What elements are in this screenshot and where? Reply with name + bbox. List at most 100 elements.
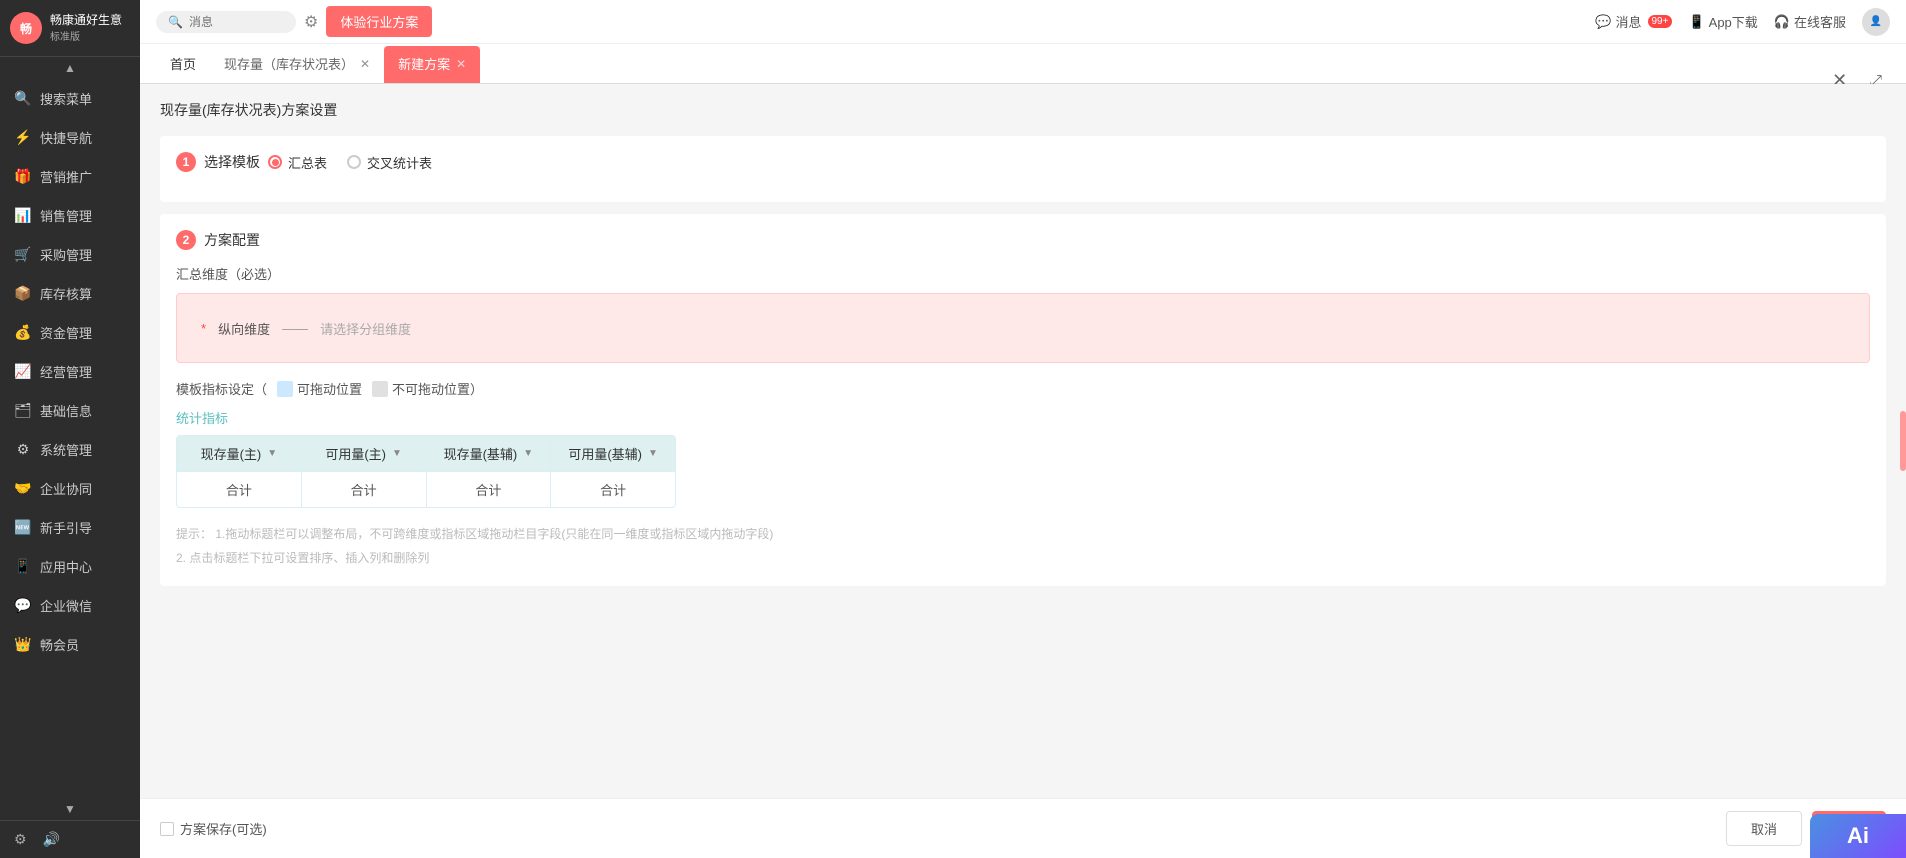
stat-section-title: 统计指标 bbox=[176, 408, 1870, 427]
sidebar-item-inventory[interactable]: 📦 库存核算 bbox=[0, 274, 140, 313]
wechat-icon: 💬 bbox=[14, 597, 32, 615]
phone-icon: 📱 bbox=[1688, 14, 1704, 30]
tab-inventory[interactable]: 现存量（库存状况表） ✕ bbox=[210, 46, 384, 83]
sidebar-item-label: 营销推广 bbox=[40, 167, 92, 186]
sidebar-nav: 🔍 搜索菜单 ⚡ 快捷导航 🎁 营销推广 📊 销售管理 🛒 采购管理 📦 库存核… bbox=[0, 79, 140, 798]
sidebar-item-wechat[interactable]: 💬 企业微信 bbox=[0, 586, 140, 625]
tab-close-active-icon[interactable]: ✕ bbox=[456, 57, 466, 71]
stat-header-label-1: 可用量(主) bbox=[325, 444, 386, 463]
stat-col-0: 现存量(主) ▼ 合计 bbox=[177, 436, 302, 507]
tab-home[interactable]: 首页 bbox=[156, 46, 210, 83]
messages-btn[interactable]: 💬 消息 99+ bbox=[1595, 12, 1672, 31]
sidebar-item-label: 销售管理 bbox=[40, 206, 92, 225]
sidebar-item-membership[interactable]: 👑 畅会员 bbox=[0, 625, 140, 664]
chevron-down-icon-0: ▼ bbox=[267, 448, 277, 459]
step1-title: 选择模板 bbox=[204, 152, 260, 172]
dim-dash: —— bbox=[282, 321, 308, 336]
save-checkbox[interactable] bbox=[160, 822, 174, 836]
message-icon: 💬 bbox=[1595, 14, 1611, 30]
sidebar-item-onboarding[interactable]: 🆕 新手引导 bbox=[0, 508, 140, 547]
gift-icon: 🎁 bbox=[14, 168, 32, 186]
stat-body-3: 合计 bbox=[551, 472, 675, 507]
save-check: 方案保存(可选) bbox=[160, 819, 267, 838]
sidebar-item-marketing[interactable]: 🎁 营销推广 bbox=[0, 157, 140, 196]
scroll-indicator bbox=[1900, 411, 1906, 471]
tip-line-0: 提示： 1.拖动标题栏可以调整布局，不可跨维度或指标区域拖动栏目字段(只能在同一… bbox=[176, 522, 1870, 546]
sidebar-item-purchase[interactable]: 🛒 采购管理 bbox=[0, 235, 140, 274]
search-box[interactable]: 🔍 bbox=[156, 11, 296, 33]
search-icon: 🔍 bbox=[168, 15, 183, 29]
radio-summary-inner bbox=[272, 159, 279, 166]
cancel-button[interactable]: 取消 bbox=[1726, 811, 1802, 846]
tip-line-1: 2. 点击标题栏下拉可设置排序、插入列和删除列 bbox=[176, 546, 1870, 570]
radio-summary[interactable]: 汇总表 bbox=[268, 153, 327, 172]
sidebar-item-label: 企业微信 bbox=[40, 596, 92, 615]
logo-icon: 畅 bbox=[10, 12, 42, 44]
sidebar-item-label: 基础信息 bbox=[40, 401, 92, 420]
main-area: 🔍 ⚙ 体验行业方案 💬 消息 99+ 📱 App下载 🎧 在线客服 👤 bbox=[140, 0, 1906, 858]
stat-col-3: 可用量(基辅) ▼ 合计 bbox=[551, 436, 675, 507]
sidebar-item-finance[interactable]: 💰 资金管理 bbox=[0, 313, 140, 352]
dim-pink-box[interactable]: * 纵向维度 —— 请选择分组维度 bbox=[176, 293, 1870, 363]
sidebar-item-basic-info[interactable]: 🗂 基础信息 bbox=[0, 391, 140, 430]
sidebar-item-collab[interactable]: 🤝 企业协同 bbox=[0, 469, 140, 508]
radio-crosstab-circle bbox=[347, 155, 361, 169]
stat-header-2[interactable]: 现存量(基辅) ▼ bbox=[427, 436, 551, 472]
sidebar-scroll-up[interactable]: ▲ bbox=[0, 57, 140, 79]
trial-button[interactable]: 体验行业方案 bbox=[326, 6, 432, 37]
indicator-label: 模板指标设定（ bbox=[176, 379, 267, 398]
stat-body-2: 合计 bbox=[427, 472, 551, 507]
tab-new-scheme[interactable]: 新建方案 ✕ bbox=[384, 46, 480, 83]
messages-label: 消息 bbox=[1615, 12, 1641, 31]
tab-close-icon[interactable]: ✕ bbox=[360, 57, 370, 71]
chart-icon: 📊 bbox=[14, 207, 32, 225]
stat-body-1: 合计 bbox=[302, 472, 426, 507]
user-avatar[interactable]: 👤 bbox=[1862, 8, 1890, 36]
stat-header-label-3: 可用量(基辅) bbox=[568, 444, 642, 463]
money-icon: 💰 bbox=[14, 324, 32, 342]
sidebar-scroll-down[interactable]: ▼ bbox=[0, 798, 140, 820]
gear-button[interactable]: ⚙ bbox=[304, 12, 318, 32]
sidebar-footer: ⚙ 🔊 bbox=[0, 820, 140, 858]
sidebar-item-label: 搜索菜单 bbox=[40, 89, 92, 108]
radio-crosstab[interactable]: 交叉统计表 bbox=[347, 153, 432, 172]
app-name: 畅康通好生意 bbox=[50, 13, 122, 29]
movable-box bbox=[277, 381, 293, 397]
page-title: 现存量(库存状况表)方案设置 bbox=[160, 100, 1886, 120]
sidebar-logo: 畅 畅康通好生意 标准版 bbox=[0, 0, 140, 57]
dim-required-mark: * bbox=[201, 321, 206, 336]
tab-new-scheme-label: 新建方案 bbox=[398, 54, 450, 73]
sidebar-item-quicknav[interactable]: ⚡ 快捷导航 bbox=[0, 118, 140, 157]
radio-summary-label: 汇总表 bbox=[288, 153, 327, 172]
movable-label: 可拖动位置 bbox=[297, 379, 362, 398]
sidebar-item-appcenter[interactable]: 📱 应用中心 bbox=[0, 547, 140, 586]
audio-icon[interactable]: 🔊 bbox=[43, 831, 60, 848]
stat-col-1: 可用量(主) ▼ 合计 bbox=[302, 436, 427, 507]
search-input[interactable] bbox=[189, 15, 279, 29]
search-icon: 🔍 bbox=[14, 90, 32, 108]
lightning-icon: ⚡ bbox=[14, 129, 32, 147]
save-label: 方案保存(可选) bbox=[180, 819, 267, 838]
ai-badge-label: Ai bbox=[1847, 823, 1869, 849]
sidebar-item-operations[interactable]: 📈 经营管理 bbox=[0, 352, 140, 391]
settings-icon[interactable]: ⚙ bbox=[14, 831, 27, 848]
sidebar-item-search[interactable]: 🔍 搜索菜单 bbox=[0, 79, 140, 118]
section-template: 1 选择模板 汇总表 交叉统计表 bbox=[160, 136, 1886, 202]
stat-header-3[interactable]: 可用量(基辅) ▼ bbox=[551, 436, 675, 472]
sidebar-item-label: 采购管理 bbox=[40, 245, 92, 264]
headset-icon: 🎧 bbox=[1774, 14, 1790, 30]
ai-badge[interactable]: Ai bbox=[1810, 814, 1906, 858]
dim-label: 汇总维度（必选） bbox=[176, 264, 1870, 283]
customer-service-btn[interactable]: 🎧 在线客服 bbox=[1774, 12, 1846, 31]
stat-header-0[interactable]: 现存量(主) ▼ bbox=[177, 436, 301, 472]
section1-header: 1 选择模板 汇总表 交叉统计表 bbox=[176, 152, 1870, 172]
sidebar-item-system[interactable]: ⚙ 系统管理 bbox=[0, 430, 140, 469]
app-download-btn[interactable]: 📱 App下载 bbox=[1688, 12, 1757, 31]
stat-body-0: 合计 bbox=[177, 472, 301, 507]
sidebar-item-label: 资金管理 bbox=[40, 323, 92, 342]
sidebar-item-label: 畅会员 bbox=[40, 635, 79, 654]
stat-header-1[interactable]: 可用量(主) ▼ bbox=[302, 436, 426, 472]
folder-icon: 🗂 bbox=[14, 402, 32, 420]
sidebar-item-label: 应用中心 bbox=[40, 557, 92, 576]
sidebar-item-sales[interactable]: 📊 销售管理 bbox=[0, 196, 140, 235]
